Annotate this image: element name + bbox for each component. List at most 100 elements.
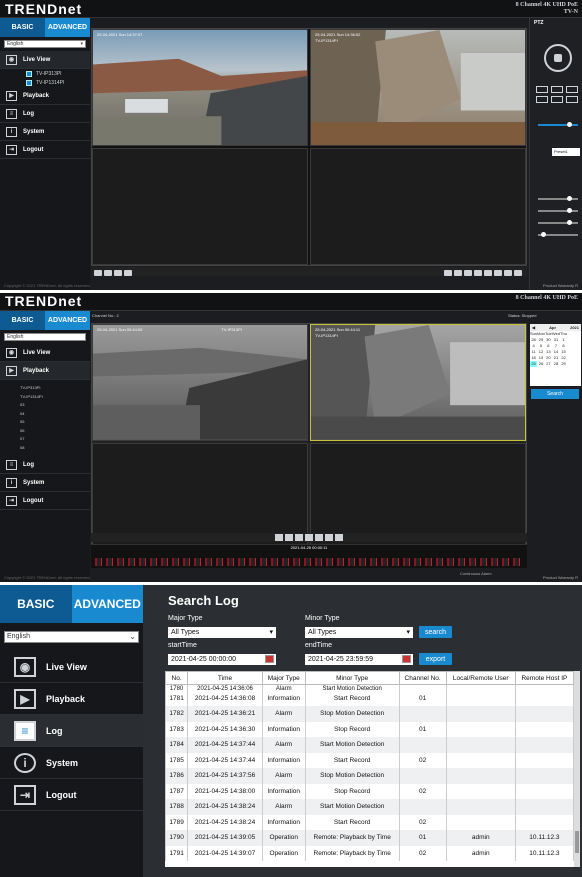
light-icon[interactable] [551,96,563,103]
camera-view-3[interactable] [92,148,308,265]
table-row[interactable]: 1791 2021-04-25 14:39:07 Operation Remote: … [165,845,574,861]
nav-playback[interactable]: ▶ Playback [0,683,143,715]
fullscreen-icon[interactable] [514,269,522,276]
slow-icon[interactable] [315,534,323,541]
camera-view-1[interactable]: 25-04-2021 Sun 14:37:07 [92,29,308,146]
warranty-link[interactable]: Product Warranty R [543,575,578,580]
playback-view-2[interactable]: 25-04-2021 Sun 00:44:11 TV-IP1314PI [310,324,526,441]
zoom-in-icon[interactable] [536,86,548,93]
play-icon[interactable] [305,534,313,541]
channel-item[interactable]: 06 [20,427,90,436]
nav-logout[interactable]: ⇥ Logout [0,141,90,159]
channel-item[interactable]: 05 [20,418,90,427]
table-row[interactable]: 1784 2021-04-25 14:37:44 Alarm Start Motion… [165,737,574,753]
tab-basic[interactable]: BASIC [0,311,45,330]
wiper-icon[interactable] [566,96,578,103]
table-row[interactable]: 1790 2021-04-25 14:39:05 Operation Remote: … [165,830,574,846]
calendar-day[interactable]: 29 [560,361,567,367]
slider-knob[interactable] [541,232,546,237]
table-row[interactable]: 1789 2021-04-25 14:38:24 Information Start … [165,814,574,830]
zoom-icon[interactable] [474,269,482,276]
language-select[interactable]: English ▾ [4,40,86,48]
table-scrollbar[interactable] [574,671,580,867]
layout-icon[interactable] [94,269,102,276]
calendar-day[interactable]: 28 [552,361,560,367]
stop-icon[interactable] [444,269,452,276]
calendar-day[interactable]: 26 [537,361,545,367]
channel-item[interactable]: 07 [20,435,90,444]
minor-type-select[interactable]: All Types ▾ [305,627,413,638]
playback-view-1[interactable]: 25-04-2021 Sun 00:44:00 TV-IP313PI [92,324,308,441]
layout-icon[interactable] [104,269,112,276]
warranty-link[interactable]: Product Warranty R [543,283,578,288]
camera-view-4[interactable] [310,148,526,265]
slider-knob[interactable] [567,122,572,127]
frame-icon[interactable] [335,534,343,541]
prev-icon[interactable] [484,269,492,276]
end-time-field[interactable]: 2021-04-25 23:59:59 [305,654,413,665]
channel-item[interactable]: TV-IP1314PI [20,393,90,402]
tab-advanced[interactable]: ADVANCED [45,18,90,37]
start-time-field[interactable]: 2021-04-25 00:00:00 [168,654,276,665]
export-button[interactable]: export [419,653,452,665]
nav-logout[interactable]: ⇥ Logout [0,779,143,811]
calendar-icon[interactable] [402,655,411,663]
next-icon[interactable] [494,269,502,276]
channel-item[interactable]: 04 [20,410,90,419]
major-type-select[interactable]: All Types ▾ [168,627,276,638]
sound-icon[interactable] [124,269,132,276]
camera-item[interactable]: TV-IP1314PI [0,78,90,87]
nav-live-view[interactable]: ◉ Live View [0,651,143,683]
language-select[interactable]: English [4,333,86,341]
saturation-slider[interactable] [538,220,578,225]
ptz-speed-slider[interactable] [538,122,578,127]
channel-item[interactable]: 08 [20,444,90,453]
stop-icon[interactable] [285,534,293,541]
table-row[interactable]: 1785 2021-04-25 14:37:44 Information Start … [165,752,574,768]
nav-log[interactable]: ≡ Log [0,456,90,474]
tab-advanced[interactable]: ADVANCED [71,585,143,623]
search-button[interactable]: Search [531,389,579,399]
focus-icon[interactable] [566,86,578,93]
table-row[interactable]: 1783 2021-04-25 14:36:30 Information Stop R… [165,721,574,737]
stream-icon[interactable] [114,269,122,276]
timeline-track[interactable] [95,558,523,566]
nav-system[interactable]: i System [0,123,90,141]
nav-playback[interactable]: ▶ Playback [0,362,90,380]
record-icon[interactable] [464,269,472,276]
rewind-icon[interactable] [275,534,283,541]
camera-item[interactable]: TV-IP313PI [0,69,90,78]
iris-icon[interactable] [536,96,548,103]
prev-month-icon[interactable]: ◀ [532,325,535,330]
table-row[interactable]: 1788 2021-04-25 14:38:24 Alarm Start Motion… [165,799,574,815]
calendar-icon[interactable] [265,655,274,663]
camera-view-2[interactable]: 25-04-2021 Sun 14:36:52 TV-IP1314PI [310,29,526,146]
search-button[interactable]: search [419,626,452,638]
slider-knob[interactable] [567,196,572,201]
tab-basic[interactable]: BASIC [0,18,45,37]
nav-log[interactable]: ≡ Log [0,105,90,123]
nav-live-view[interactable]: ◉ Live View [0,51,90,69]
table-row[interactable]: 1787 2021-04-25 14:38:00 Information Stop R… [165,783,574,799]
tab-basic[interactable]: BASIC [0,585,72,623]
tab-advanced[interactable]: ADVANCED [45,311,90,330]
language-select[interactable]: English ⌄ [4,631,139,643]
fast-icon[interactable] [325,534,333,541]
zoom-out-icon[interactable] [551,86,563,93]
nav-logout[interactable]: ⇥ Logout [0,492,90,510]
pause-icon[interactable] [295,534,303,541]
brightness-slider[interactable] [538,196,578,201]
preset-select[interactable]: Preset1 [552,148,580,156]
slider-knob[interactable] [567,208,572,213]
nav-log[interactable]: ≡ Log [0,715,143,747]
hue-slider[interactable] [538,232,578,237]
nav-live-view[interactable]: ◉ Live View [0,344,90,362]
table-row[interactable]: 1782 2021-04-25 14:36:21 Alarm Stop Motion … [165,706,574,722]
slider-knob[interactable] [567,220,572,225]
nav-system[interactable]: i System [0,474,90,492]
calendar-day[interactable]: 27 [545,361,552,367]
contrast-slider[interactable] [538,208,578,213]
audio-icon[interactable] [504,269,512,276]
calendar-day[interactable]: 25 [530,361,538,367]
channel-item[interactable]: 03 [20,401,90,410]
